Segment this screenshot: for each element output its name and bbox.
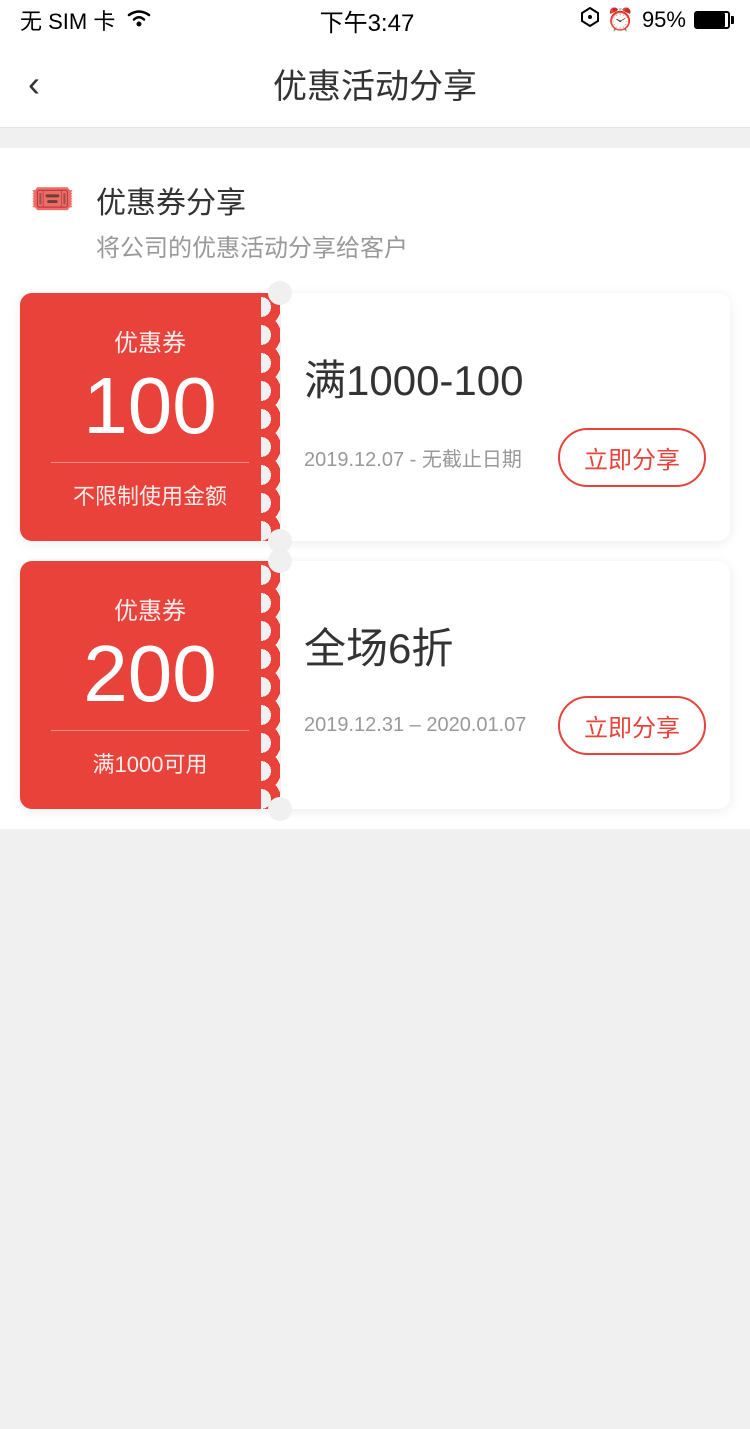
carrier-label: 无 SIM 卡 xyxy=(20,4,115,36)
status-left: 无 SIM 卡 xyxy=(20,4,153,36)
coupon-condition-1: 不限制使用金额 xyxy=(73,479,227,511)
coupon-right-1: 满1000-100 2019.12.07 - 无截止日期 立即分享 xyxy=(280,293,730,541)
nav-bar: ‹ 优惠活动分享 xyxy=(0,40,750,128)
coupon-notch-top-2 xyxy=(268,549,292,573)
coupon-icon: 🎟️ xyxy=(30,178,80,228)
section-subtitle: 将公司的优惠活动分享给客户 xyxy=(96,228,408,263)
section-header: 🎟️ 优惠券分享 将公司的优惠活动分享给客户 xyxy=(0,148,750,283)
battery-percentage: 95% xyxy=(642,7,686,33)
coupon-meta-1: 2019.12.07 - 无截止日期 立即分享 xyxy=(304,428,706,487)
coupon-meta-2: 2019.12.31 – 2020.01.07 立即分享 xyxy=(304,696,706,755)
coupon-list: 优惠券 100 不限制使用金额 满1000-100 2019.12.07 - 无… xyxy=(0,283,750,829)
content-bg xyxy=(0,829,750,1429)
coupon-card-1: 优惠券 100 不限制使用金额 满1000-100 2019.12.07 - 无… xyxy=(20,293,730,541)
share-button-2[interactable]: 立即分享 xyxy=(558,696,706,755)
coupon-divider-1 xyxy=(51,462,249,463)
nav-title: 优惠活动分享 xyxy=(273,59,477,108)
section-title: 优惠券分享 xyxy=(96,178,408,222)
status-bar: 无 SIM 卡 下午3:47 ⏰ 95% xyxy=(0,0,750,40)
coupon-condition-2: 满1000可用 xyxy=(93,747,208,779)
coupon-card-2: 优惠券 200 满1000可用 全场6折 2019.12.31 – 2020.0… xyxy=(20,561,730,809)
coupon-name-1: 满1000-100 xyxy=(304,347,706,408)
share-button-1[interactable]: 立即分享 xyxy=(558,428,706,487)
coupon-left-2: 优惠券 200 满1000可用 xyxy=(20,561,280,809)
section-text: 优惠券分享 将公司的优惠活动分享给客户 xyxy=(96,178,408,263)
coupon-label-1: 优惠券 xyxy=(114,323,186,358)
coupon-notch-bottom-2 xyxy=(268,797,292,821)
coupon-amount-1: 100 xyxy=(83,366,216,446)
coupon-notch-top-1 xyxy=(268,281,292,305)
wifi-icon xyxy=(125,6,153,34)
status-time: 下午3:47 xyxy=(320,3,415,38)
coupon-date-1: 2019.12.07 - 无截止日期 xyxy=(304,443,522,472)
coupon-right-2: 全场6折 2019.12.31 – 2020.01.07 立即分享 xyxy=(280,561,730,809)
coupon-left-1: 优惠券 100 不限制使用金额 xyxy=(20,293,280,541)
coupon-label-2: 优惠券 xyxy=(114,591,186,626)
coupon-date-2: 2019.12.31 – 2020.01.07 xyxy=(304,714,526,737)
coupon-name-2: 全场6折 xyxy=(304,615,706,676)
battery-icon xyxy=(694,11,730,29)
back-button[interactable]: ‹ xyxy=(28,63,40,105)
status-right: ⏰ 95% xyxy=(581,7,730,33)
alarm-icon: ⏰ xyxy=(607,7,634,33)
coupon-divider-2 xyxy=(51,730,249,731)
location-icon xyxy=(581,7,599,33)
coupon-amount-2: 200 xyxy=(83,634,216,714)
